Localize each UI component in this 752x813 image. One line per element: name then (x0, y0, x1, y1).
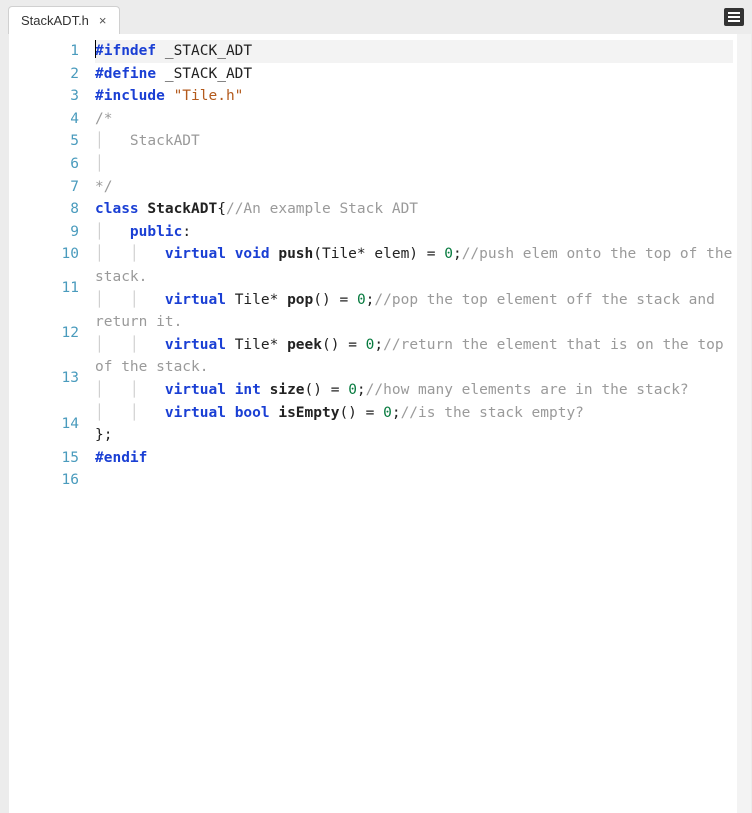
line-number: 2 (9, 63, 79, 86)
code-line: #ifndef _STACK_ADT (95, 40, 733, 63)
code-line: │ │ virtual Tile* peek() = 0;//return th… (95, 337, 732, 376)
text-cursor (95, 40, 96, 58)
line-number: 15 (9, 447, 79, 470)
tab-bar: StackADT.h × (0, 0, 752, 34)
line-number: 11 (9, 266, 79, 311)
line-number: 5 (9, 130, 79, 153)
code-line: │ public: (95, 224, 191, 240)
line-number: 7 (9, 176, 79, 199)
code-line: #include "Tile.h" (95, 88, 243, 104)
line-number: 14 (9, 402, 79, 447)
line-number: 16 (9, 469, 79, 492)
line-number: 3 (9, 85, 79, 108)
close-icon[interactable]: × (97, 14, 109, 27)
code-line: /* (95, 111, 112, 127)
code-line: │ StackADT (95, 133, 200, 149)
line-number: 9 (9, 221, 79, 244)
left-margin (0, 34, 9, 813)
menu-icon[interactable] (724, 8, 744, 26)
line-number: 12 (9, 311, 79, 356)
code-line: │ │ virtual int size() = 0;//how many el… (95, 382, 689, 398)
line-number: 8 (9, 198, 79, 221)
code-line: */ (95, 179, 112, 195)
line-number: 1 (9, 40, 79, 63)
vertical-scrollbar[interactable] (737, 34, 751, 813)
line-number: 4 (9, 108, 79, 131)
code-line: #define _STACK_ADT (95, 66, 252, 82)
code-line: │ │ virtual void push(Tile* elem) = 0;//… (95, 246, 741, 285)
tab-label: StackADT.h (21, 13, 89, 28)
code-editor[interactable]: 1 2 3 4 5 6 7 8 9 10 11 12 13 14 15 16 #… (9, 34, 743, 813)
line-number: 13 (9, 356, 79, 401)
code-line: class StackADT{//An example Stack ADT (95, 201, 418, 217)
code-area[interactable]: #ifndef _STACK_ADT #define _STACK_ADT #in… (95, 34, 743, 813)
code-line: │ (95, 156, 104, 172)
code-line: }; (95, 427, 112, 443)
code-line: #endif (95, 450, 147, 466)
code-line: │ │ virtual bool isEmpty() = 0;//is the … (95, 405, 584, 421)
line-number-gutter: 1 2 3 4 5 6 7 8 9 10 11 12 13 14 15 16 (9, 34, 95, 813)
line-number: 6 (9, 153, 79, 176)
code-line: │ │ virtual Tile* pop() = 0;//pop the to… (95, 292, 724, 331)
tab-stackadt[interactable]: StackADT.h × (8, 6, 120, 34)
line-number: 10 (9, 243, 79, 266)
